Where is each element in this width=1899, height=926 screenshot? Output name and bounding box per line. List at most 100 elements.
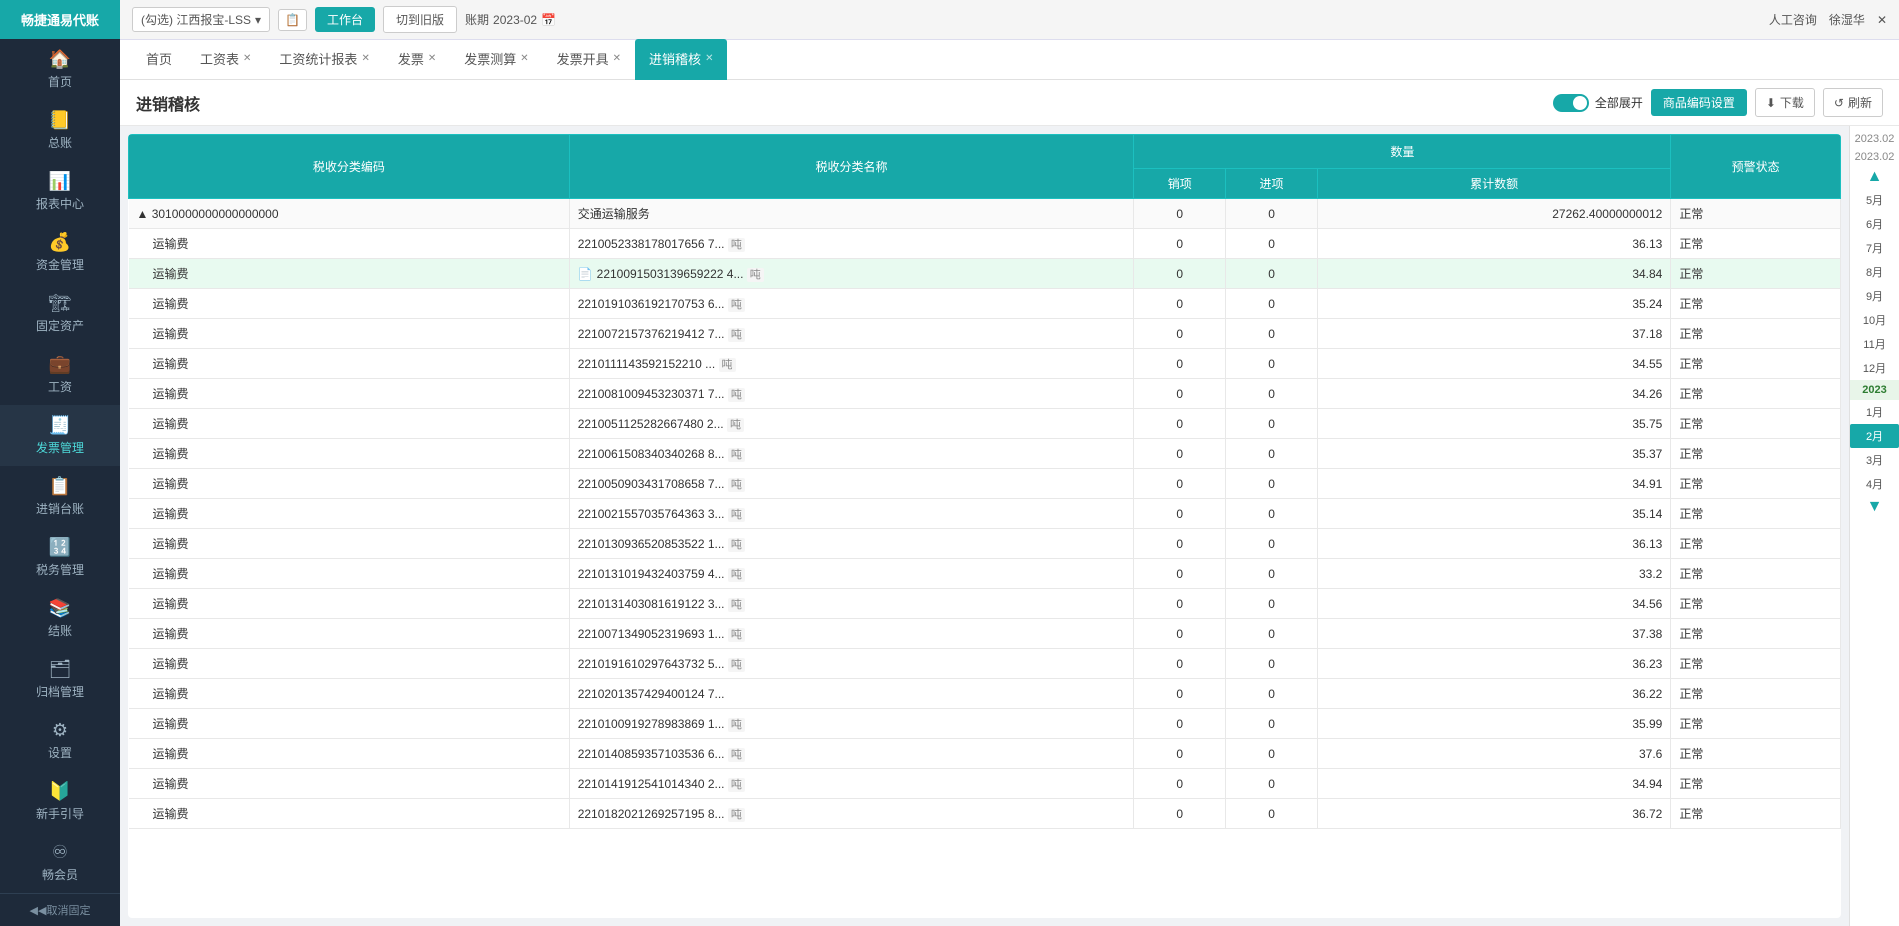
table-row[interactable]: 运输费 2210051125282667480 2... 吨 0 0 35.75… [129, 409, 1841, 439]
sidebar-item-settings[interactable]: ⚙ 设置 [0, 710, 120, 771]
tab-home[interactable]: 首页 [132, 39, 186, 80]
table-row[interactable]: 运输费 2210141912541014340 2... 吨 0 0 34.94… [129, 769, 1841, 799]
month-12[interactable]: 12月 [1850, 356, 1899, 380]
sidebar-item-member[interactable]: ♾ 畅会员 [0, 832, 120, 893]
settings-button[interactable]: 商品编码设置 [1651, 89, 1747, 116]
sidebar-item-invoice[interactable]: 🧾 发票管理 [0, 405, 120, 466]
row-sale: 0 [1134, 709, 1226, 739]
close-icon[interactable]: ✕ [1877, 13, 1887, 27]
expand-toggle[interactable] [1553, 94, 1589, 112]
month-5[interactable]: 5月 [1850, 188, 1899, 212]
tab-payroll-stats[interactable]: 工资统计报表 ✕ [265, 39, 383, 80]
table-row[interactable]: 运输费 2210072157376219412 7... 吨 0 0 37.18… [129, 319, 1841, 349]
row-cumulative: 36.72 [1317, 799, 1670, 829]
month-6[interactable]: 6月 [1850, 212, 1899, 236]
row-cumulative: 37.6 [1317, 739, 1670, 769]
scroll-up-button[interactable]: ▲ [1865, 166, 1885, 188]
sidebar-item-assets[interactable]: 🏗 固定资产 [0, 283, 120, 344]
month-9[interactable]: 9月 [1850, 284, 1899, 308]
month-3[interactable]: 3月 [1850, 448, 1899, 472]
sidebar-item-closing[interactable]: 📚 结账 [0, 588, 120, 649]
sidebar-item-home[interactable]: 🏠 首页 [0, 39, 120, 100]
row-sale: 0 [1134, 379, 1226, 409]
sidebar-item-ledger[interactable]: 📒 总账 [0, 100, 120, 161]
month-7[interactable]: 7月 [1850, 236, 1899, 260]
row-cumulative: 34.26 [1317, 379, 1670, 409]
sidebar-item-guide[interactable]: 🔰 新手引导 [0, 771, 120, 832]
sidebar-item-tax[interactable]: 🔢 税务管理 [0, 527, 120, 588]
row-code: 运输费 [129, 649, 570, 679]
download-button[interactable]: ⬇ 下载 [1755, 88, 1815, 117]
sidebar-item-reports[interactable]: 📊 报表中心 [0, 161, 120, 222]
month-10[interactable]: 10月 [1850, 308, 1899, 332]
table-row[interactable]: 运输费 2210052338178017656 7... 吨 0 0 36.13… [129, 229, 1841, 259]
table-row[interactable]: ▲ 3010000000000000000 交通运输服务 0 0 27262.4… [129, 199, 1841, 229]
row-status: 正常 [1671, 589, 1841, 619]
month-1[interactable]: 1月 [1850, 400, 1899, 424]
sidebar-item-purchase-sales[interactable]: 📋 进销台账 [0, 466, 120, 527]
table-row[interactable]: 运输费 2210111143592152210 ... 吨 0 0 34.55 … [129, 349, 1841, 379]
table-row[interactable]: 运输费 2210021557035764363 3... 吨 0 0 35.14… [129, 499, 1841, 529]
settings-icon: ⚙ [52, 720, 68, 741]
company-name: (勾选) 江西报宝-LSS [141, 11, 251, 28]
row-sale: 0 [1134, 529, 1226, 559]
invoice-icon: 🧾 [49, 415, 71, 436]
tab-close-icon[interactable]: ✕ [520, 53, 528, 64]
workspace-button[interactable]: 工作台 [315, 7, 375, 32]
table-row[interactable]: 运输费 2210191610297643732 5... 吨 0 0 36.23… [129, 649, 1841, 679]
user-name[interactable]: 徐湿华 [1829, 11, 1865, 28]
table-row[interactable]: 运输费 2210131019432403759 4... 吨 0 0 33.2 … [129, 559, 1841, 589]
company-selector[interactable]: (勾选) 江西报宝-LSS ▾ [132, 7, 270, 32]
table-row[interactable]: 运输费 2210182021269257195 8... 吨 0 0 36.72… [129, 799, 1841, 829]
row-code: 运输费 [129, 619, 570, 649]
table-row[interactable]: 运输费 2210061508340340268 8... 吨 0 0 35.37… [129, 439, 1841, 469]
month-4[interactable]: 4月 [1850, 472, 1899, 496]
row-sale: 0 [1134, 499, 1226, 529]
table-row[interactable]: 运输费 2210140859357103536 6... 吨 0 0 37.6 … [129, 739, 1841, 769]
row-cumulative: 27262.40000000012 [1317, 199, 1670, 229]
sidebar-item-archive[interactable]: 🗂 归档管理 [0, 649, 120, 710]
switch-version-button[interactable]: 切到旧版 [383, 6, 457, 33]
sidebar-item-salary[interactable]: 💼 工资 [0, 344, 120, 405]
row-purchase: 0 [1226, 229, 1318, 259]
row-cumulative: 34.84 [1317, 259, 1670, 289]
table-row[interactable]: 运输费 2210081009453230371 7... 吨 0 0 34.26… [129, 379, 1841, 409]
tab-close-icon[interactable]: ✕ [243, 53, 251, 64]
row-cumulative: 37.38 [1317, 619, 1670, 649]
sidebar-item-finance[interactable]: 💰 资金管理 [0, 222, 120, 283]
table-row[interactable]: 运输费 2210191036192170753 6... 吨 0 0 35.24… [129, 289, 1841, 319]
table-row[interactable]: 运输费 2210131403081619122 3... 吨 0 0 34.56… [129, 589, 1841, 619]
tab-invoice-calc[interactable]: 发票测算 ✕ [450, 39, 542, 80]
tab-invoice[interactable]: 发票 ✕ [384, 39, 450, 80]
table-row[interactable]: 运输费 2210201357429400124 7... 0 0 36.22 正… [129, 679, 1841, 709]
tab-close-icon[interactable]: ✕ [428, 53, 436, 64]
month-2-current[interactable]: 2月 [1850, 424, 1899, 448]
table-row[interactable]: 运输费 2210071349052319693 1... 吨 0 0 37.38… [129, 619, 1841, 649]
tab-payroll[interactable]: 工资表 ✕ [186, 39, 265, 80]
tab-invoice-issue[interactable]: 发票开具 ✕ [543, 39, 635, 80]
scroll-down-button[interactable]: ▼ [1865, 496, 1885, 518]
table-row[interactable]: 运输费 📄2210091503139659222 4... 吨 0 0 34.8… [129, 259, 1841, 289]
tab-close-icon[interactable]: ✕ [613, 53, 621, 64]
row-status: 正常 [1671, 349, 1841, 379]
tab-reconciliation[interactable]: 进销稽核 ✕ [635, 39, 727, 80]
table-row[interactable]: 运输费 2210100919278983869 1... 吨 0 0 35.99… [129, 709, 1841, 739]
month-8[interactable]: 8月 [1850, 260, 1899, 284]
calendar-icon[interactable]: 📅 [541, 13, 556, 27]
copy-button[interactable]: 📋 [278, 9, 307, 31]
table-row[interactable]: 运输费 2210130936520853522 1... 吨 0 0 36.13… [129, 529, 1841, 559]
month-11[interactable]: 11月 [1850, 332, 1899, 356]
col-cumulative-header: 累计数额 [1317, 169, 1670, 199]
unit-tag: 吨 [747, 268, 764, 282]
col-tax-name-header: 税收分类名称 [569, 135, 1134, 199]
refresh-button[interactable]: ↺ 刷新 [1823, 88, 1883, 117]
row-sale: 0 [1134, 649, 1226, 679]
download-label: 下载 [1780, 94, 1804, 111]
col-sale-header: 销项 [1134, 169, 1226, 199]
table-row[interactable]: 运输费 2210050903431708658 7... 吨 0 0 34.91… [129, 469, 1841, 499]
row-status: 正常 [1671, 319, 1841, 349]
pin-toggle[interactable]: ◀◀ 取消固定 [0, 893, 120, 926]
support-label[interactable]: 人工咨询 [1769, 11, 1817, 28]
tab-close-icon[interactable]: ✕ [361, 53, 369, 64]
tab-close-icon[interactable]: ✕ [705, 53, 713, 64]
